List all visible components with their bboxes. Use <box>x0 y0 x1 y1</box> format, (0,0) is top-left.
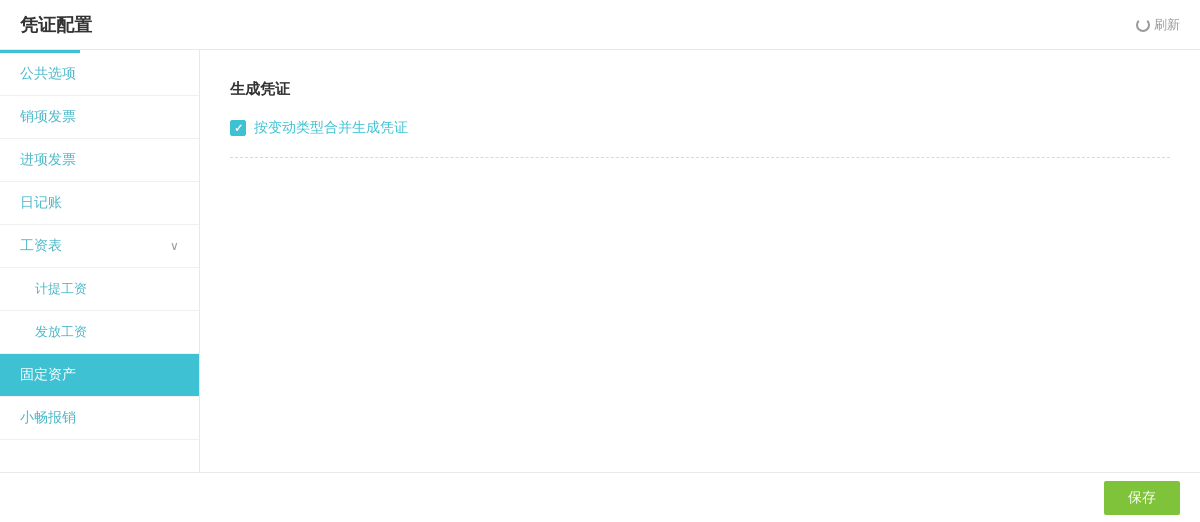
sidebar-item-payroll-table[interactable]: 工资表∨ <box>0 225 199 268</box>
chevron-down-icon: ∨ <box>170 239 179 253</box>
sidebar-item-purchase-invoice[interactable]: 进项发票 <box>0 139 199 182</box>
sidebar-item-fixed-assets[interactable]: 固定资产 <box>0 354 199 397</box>
refresh-button[interactable]: 刷新 <box>1136 16 1180 34</box>
sidebar-item-sales-invoice[interactable]: 销项发票 <box>0 96 199 139</box>
sidebar-item-pay-salary[interactable]: 发放工资 <box>0 311 199 354</box>
section-title: 生成凭证 <box>230 80 1170 99</box>
save-button[interactable]: 保存 <box>1104 481 1180 515</box>
sidebar: 公共选项销项发票进项发票日记账工资表∨计提工资发放工资固定资产小畅报销 <box>0 50 200 472</box>
page-wrapper: 凭证配置 刷新 公共选项销项发票进项发票日记账工资表∨计提工资发放工资固定资产小… <box>0 0 1200 522</box>
checkbox-row: 按变动类型合并生成凭证 <box>230 119 1170 137</box>
section-divider <box>230 157 1170 158</box>
refresh-icon <box>1136 18 1150 32</box>
sidebar-item-public-options[interactable]: 公共选项 <box>0 53 199 96</box>
footer: 保存 <box>0 472 1200 522</box>
checkbox-label: 按变动类型合并生成凭证 <box>254 119 408 137</box>
sidebar-item-journal[interactable]: 日记账 <box>0 182 199 225</box>
content-area: 生成凭证 按变动类型合并生成凭证 <box>200 50 1200 472</box>
page-title: 凭证配置 <box>20 13 92 37</box>
sidebar-item-reimbursement[interactable]: 小畅报销 <box>0 397 199 440</box>
merge-checkbox[interactable] <box>230 120 246 136</box>
refresh-label: 刷新 <box>1154 16 1180 34</box>
sidebar-item-calc-salary[interactable]: 计提工资 <box>0 268 199 311</box>
header: 凭证配置 刷新 <box>0 0 1200 50</box>
main-area: 公共选项销项发票进项发票日记账工资表∨计提工资发放工资固定资产小畅报销 生成凭证… <box>0 50 1200 472</box>
